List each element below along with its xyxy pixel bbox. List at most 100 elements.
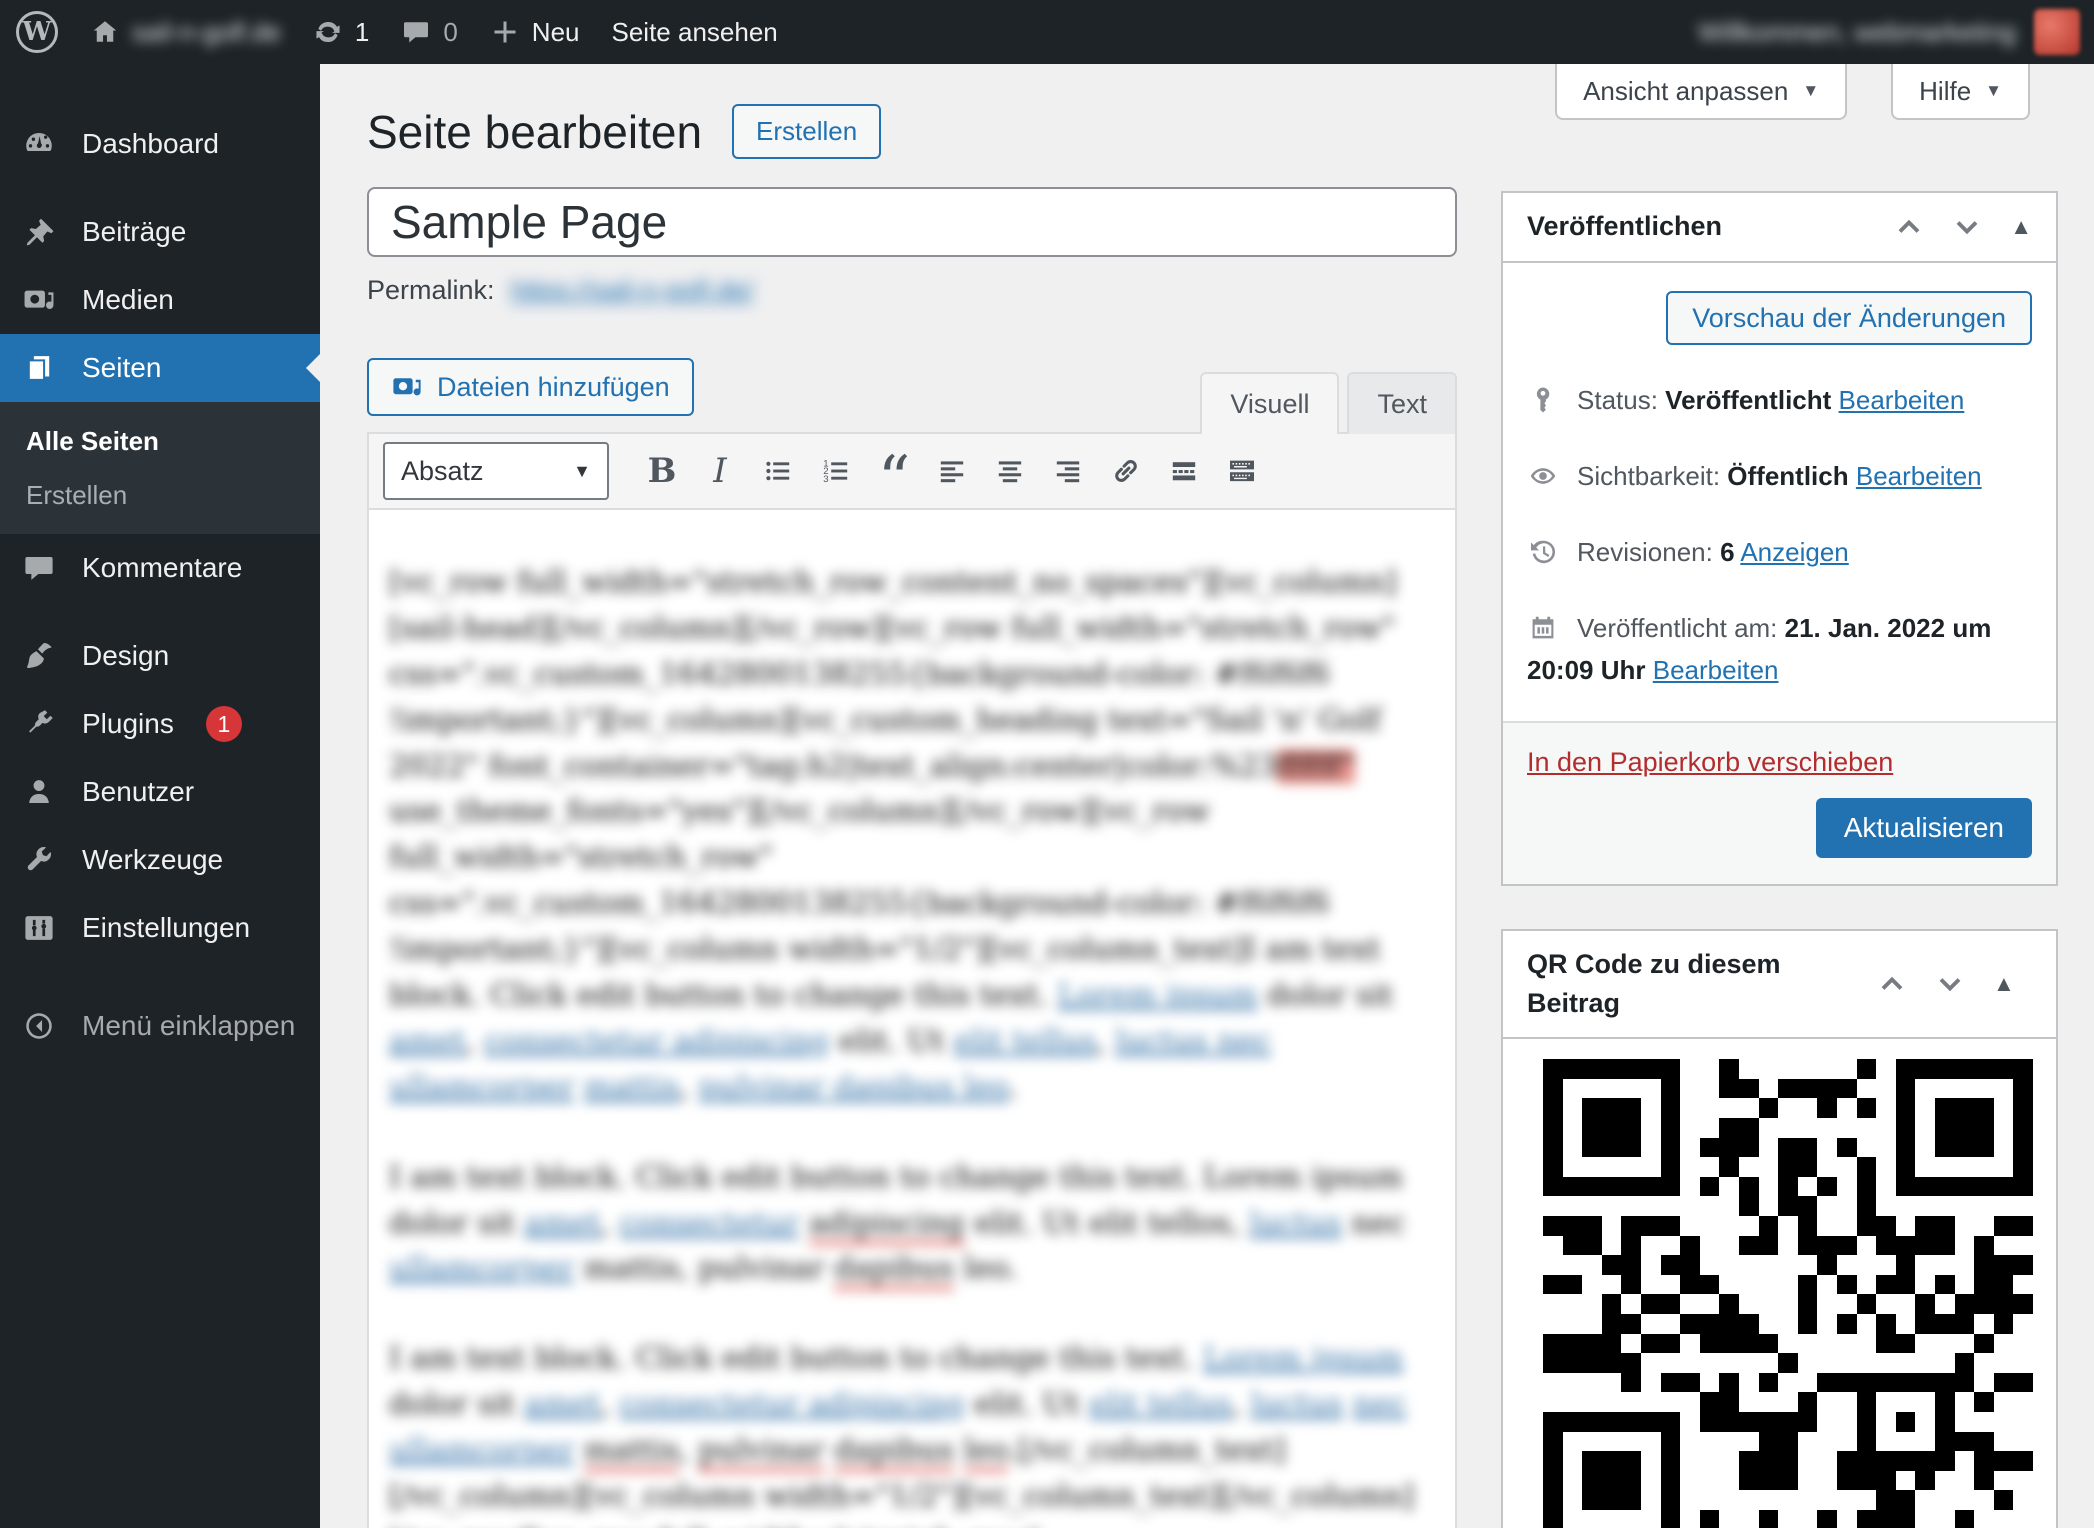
numbered-list-button[interactable]: 123 — [807, 444, 865, 498]
bullet-list-button[interactable] — [749, 444, 807, 498]
italic-button[interactable]: I — [691, 444, 749, 498]
content-link[interactable]: elit tellus — [1089, 1387, 1231, 1422]
content-link[interactable]: ullamcorper — [389, 1433, 574, 1468]
anzeigen-link[interactable]: Anzeigen — [1740, 537, 1848, 567]
blockquote-button[interactable]: “ — [865, 444, 923, 512]
post-title-input[interactable] — [367, 187, 1457, 257]
content-link[interactable]: pulvinar dapibus leo — [698, 1070, 1008, 1105]
bearbeiten-link[interactable]: Bearbeiten — [1653, 655, 1779, 685]
publish-panel-body: Vorschau der Änderungen Status: Veröffen… — [1503, 263, 2056, 721]
more-tag-button[interactable] — [1155, 444, 1213, 498]
content-link[interactable]: Lorem ipsum — [1203, 1341, 1403, 1376]
move-down-icon[interactable] — [1935, 969, 1965, 999]
align-left-icon — [936, 455, 968, 487]
move-up-icon[interactable] — [1894, 212, 1924, 242]
align-right-button[interactable] — [1039, 444, 1097, 498]
format-select[interactable]: Absatz ▼ — [383, 442, 609, 500]
calendar-icon — [1527, 612, 1559, 644]
publish-row-ver-ffentlicht-am: Veröffentlicht am: 21. Jan. 2022 um 20:0… — [1527, 612, 1992, 685]
add-new-page-button[interactable]: Erstellen — [732, 104, 882, 159]
update-button[interactable]: Aktualisieren — [1815, 798, 2032, 858]
publish-panel: Veröffentlichen ▲ Vorschau der Änderunge… — [1501, 191, 2058, 886]
move-to-trash-link[interactable]: In den Papierkorb verschieben — [1527, 747, 1893, 777]
content-link[interactable]: Lorem ipsum — [1058, 978, 1258, 1013]
content-link[interactable]: consectetur adipiscing — [620, 1387, 965, 1422]
editor-tab-visuell[interactable]: Visuell — [1200, 372, 1340, 434]
sidebar-item-beitr-ge[interactable]: Beiträge — [0, 198, 320, 266]
content-link[interactable]: amet — [389, 1024, 465, 1059]
content-link[interactable]: luctus — [1249, 1206, 1342, 1241]
collapse-panel-icon[interactable]: ▲ — [1993, 971, 2015, 997]
content-paragraph: [vc_row full_width="stretch_row_content_… — [389, 565, 1397, 1105]
collapse-panel-icon[interactable]: ▲ — [2010, 214, 2032, 240]
insert-link-button[interactable] — [1097, 444, 1155, 498]
sidebar-item-design[interactable]: Design — [0, 622, 320, 690]
qr-code-image — [1543, 1059, 2033, 1528]
sidebar-item-label: Medien — [82, 284, 174, 315]
align-left-button[interactable] — [923, 444, 981, 498]
publish-panel-header: Veröffentlichen ▲ — [1503, 193, 2056, 263]
collapse-menu-button[interactable]: Menü einklappen — [0, 992, 320, 1060]
sidebar-item-einstellungen[interactable]: Einstellungen — [0, 894, 320, 962]
pages-icon — [18, 351, 60, 385]
sidebar-item-benutzer[interactable]: Benutzer — [0, 758, 320, 826]
bold-button[interactable]: B — [633, 444, 691, 498]
sidebar-item-dashboard[interactable]: Dashboard — [0, 110, 320, 178]
preview-changes-button[interactable]: Vorschau der Änderungen — [1666, 291, 2032, 345]
move-up-icon[interactable] — [1877, 969, 1907, 999]
sidebar-item-plugins[interactable]: Plugins 1 — [0, 690, 320, 758]
content-link[interactable]: amet — [524, 1387, 600, 1422]
user-greeting[interactable]: Willkommen, webmarketing — [1698, 17, 2016, 48]
submenu-item-alle-seiten[interactable]: Alle Seiten — [0, 414, 320, 468]
screen-options-button[interactable]: Ansicht anpassen ▼ — [1555, 64, 1848, 120]
content-link[interactable]: nec — [1353, 1387, 1407, 1422]
wordpress-menu[interactable] — [0, 0, 74, 64]
bearbeiten-link[interactable]: Bearbeiten — [1856, 461, 1982, 491]
submenu-item-erstellen[interactable]: Erstellen — [0, 468, 320, 522]
sidebar-item-label: Beiträge — [82, 216, 187, 247]
pages-submenu: Alle Seiten Erstellen — [0, 402, 320, 534]
user-avatar[interactable] — [2034, 9, 2080, 55]
chevron-down-icon: ▼ — [573, 460, 591, 481]
screen-options-label: Ansicht anpassen — [1583, 75, 1789, 106]
sidebar-item-medien[interactable]: Medien — [0, 266, 320, 334]
bearbeiten-link[interactable]: Bearbeiten — [1839, 385, 1965, 415]
sidebar-item-seiten[interactable]: Seiten — [0, 334, 320, 402]
updates-menu[interactable]: 1 — [297, 0, 385, 64]
new-content-menu[interactable]: Neu — [474, 0, 596, 64]
content-link[interactable]: consectetur — [620, 1206, 800, 1241]
admin-bar-right: Willkommen, webmarketing — [1698, 9, 2094, 55]
plus-icon — [490, 17, 520, 47]
sidebar-item-werkzeuge[interactable]: Werkzeuge — [0, 826, 320, 894]
help-button[interactable]: Hilfe ▼ — [1891, 64, 2030, 120]
content-link[interactable]: ullamcorper — [389, 1070, 574, 1105]
site-name-menu[interactable]: sail-n-golf.de — [74, 0, 297, 64]
editor-tabs: Visuell Text — [1200, 372, 1457, 434]
key-icon — [1527, 384, 1559, 416]
revisions-icon — [1527, 536, 1559, 568]
align-center-button[interactable] — [981, 444, 1039, 498]
keyboard-shortcuts-button[interactable] — [1213, 444, 1271, 498]
move-down-icon[interactable] — [1952, 212, 1982, 242]
sidebar-item-kommentare[interactable]: Kommentare — [0, 534, 320, 602]
view-page-menu[interactable]: Seite ansehen — [596, 0, 794, 64]
permalink-link[interactable]: https://sail-n-golf.de/ — [511, 275, 754, 306]
content-link[interactable]: mattis — [584, 1070, 679, 1105]
publish-panel-footer: In den Papierkorb verschieben Aktualisie… — [1503, 721, 2056, 884]
content-link[interactable]: amet — [524, 1206, 600, 1241]
content-link[interactable]: consectetur adipiscing — [484, 1024, 829, 1059]
editor-tab-text[interactable]: Text — [1347, 372, 1457, 434]
add-media-button[interactable]: Dateien hinzufügen — [367, 358, 694, 416]
updates-count: 1 — [354, 16, 370, 47]
brush-icon — [18, 639, 60, 673]
content-link[interactable]: elit tellus — [954, 1024, 1096, 1059]
content-link[interactable]: luctus nec — [1115, 1024, 1271, 1059]
content-link[interactable]: luctus — [1250, 1387, 1343, 1422]
content-area: Ansicht anpassen ▼ Hilfe ▼ Seite bearbei… — [320, 64, 2094, 1528]
svg-text:3: 3 — [823, 474, 828, 485]
comments-menu[interactable]: 0 — [385, 0, 473, 64]
media-icon — [391, 371, 423, 403]
editor-content[interactable]: [vc_row full_width="stretch_row_content_… — [369, 510, 1455, 1528]
content-link[interactable]: ullamcorper — [389, 1251, 574, 1286]
screen-meta-links: Ansicht anpassen ▼ Hilfe ▼ — [1555, 64, 2030, 120]
